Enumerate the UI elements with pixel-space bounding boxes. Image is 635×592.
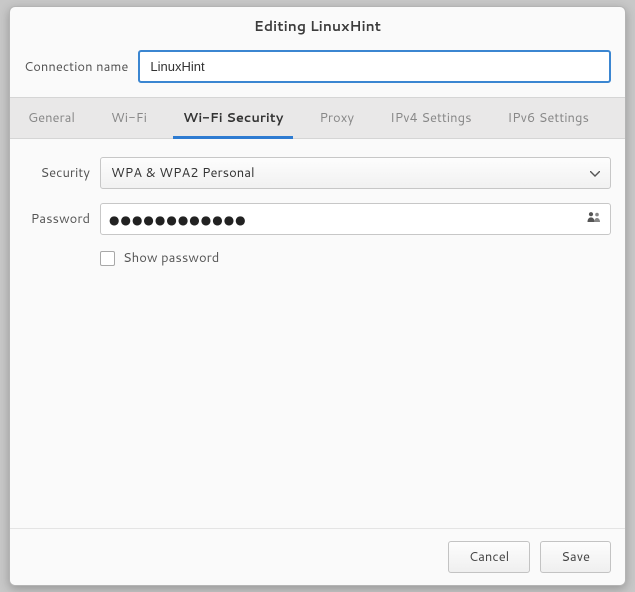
chevron-down-icon	[590, 164, 600, 182]
show-password-row: Show password	[100, 249, 611, 267]
editing-dialog: Editing LinuxHint Connection name Genera…	[9, 6, 626, 586]
security-label: Security	[24, 164, 90, 182]
show-password-checkbox[interactable]	[100, 251, 115, 266]
password-label: Password	[24, 210, 90, 228]
tab-ipv6[interactable]: IPv6 Settings	[490, 98, 607, 138]
connection-name-label: Connection name	[24, 58, 128, 76]
password-input[interactable]: ●●●●●●●●●●●●	[100, 203, 611, 235]
security-select[interactable]: WPA & WPA2 Personal	[100, 157, 611, 189]
connection-name-row: Connection name	[10, 50, 625, 97]
tab-ipv4[interactable]: IPv4 Settings	[372, 98, 489, 138]
tab-proxy[interactable]: Proxy	[301, 98, 372, 138]
users-icon[interactable]	[586, 210, 602, 228]
tabs: General Wi-Fi Wi-Fi Security Proxy IPv4 …	[10, 97, 625, 139]
tab-wifi[interactable]: Wi-Fi	[93, 98, 165, 138]
show-password-label: Show password	[123, 249, 219, 267]
tab-wifi-security[interactable]: Wi-Fi Security	[165, 98, 301, 138]
cancel-button[interactable]: Cancel	[448, 541, 530, 573]
tab-body: Security WPA & WPA2 Personal Password ●●…	[10, 139, 625, 528]
dialog-footer: Cancel Save	[10, 528, 625, 585]
password-row: Password ●●●●●●●●●●●●	[24, 203, 611, 235]
connection-name-input[interactable]	[138, 50, 611, 83]
dialog-title: Editing LinuxHint	[10, 7, 625, 50]
password-value: ●●●●●●●●●●●●	[109, 211, 586, 228]
save-button[interactable]: Save	[540, 541, 611, 573]
security-value: WPA & WPA2 Personal	[111, 164, 255, 182]
tab-general[interactable]: General	[10, 98, 93, 138]
security-row: Security WPA & WPA2 Personal	[24, 157, 611, 189]
